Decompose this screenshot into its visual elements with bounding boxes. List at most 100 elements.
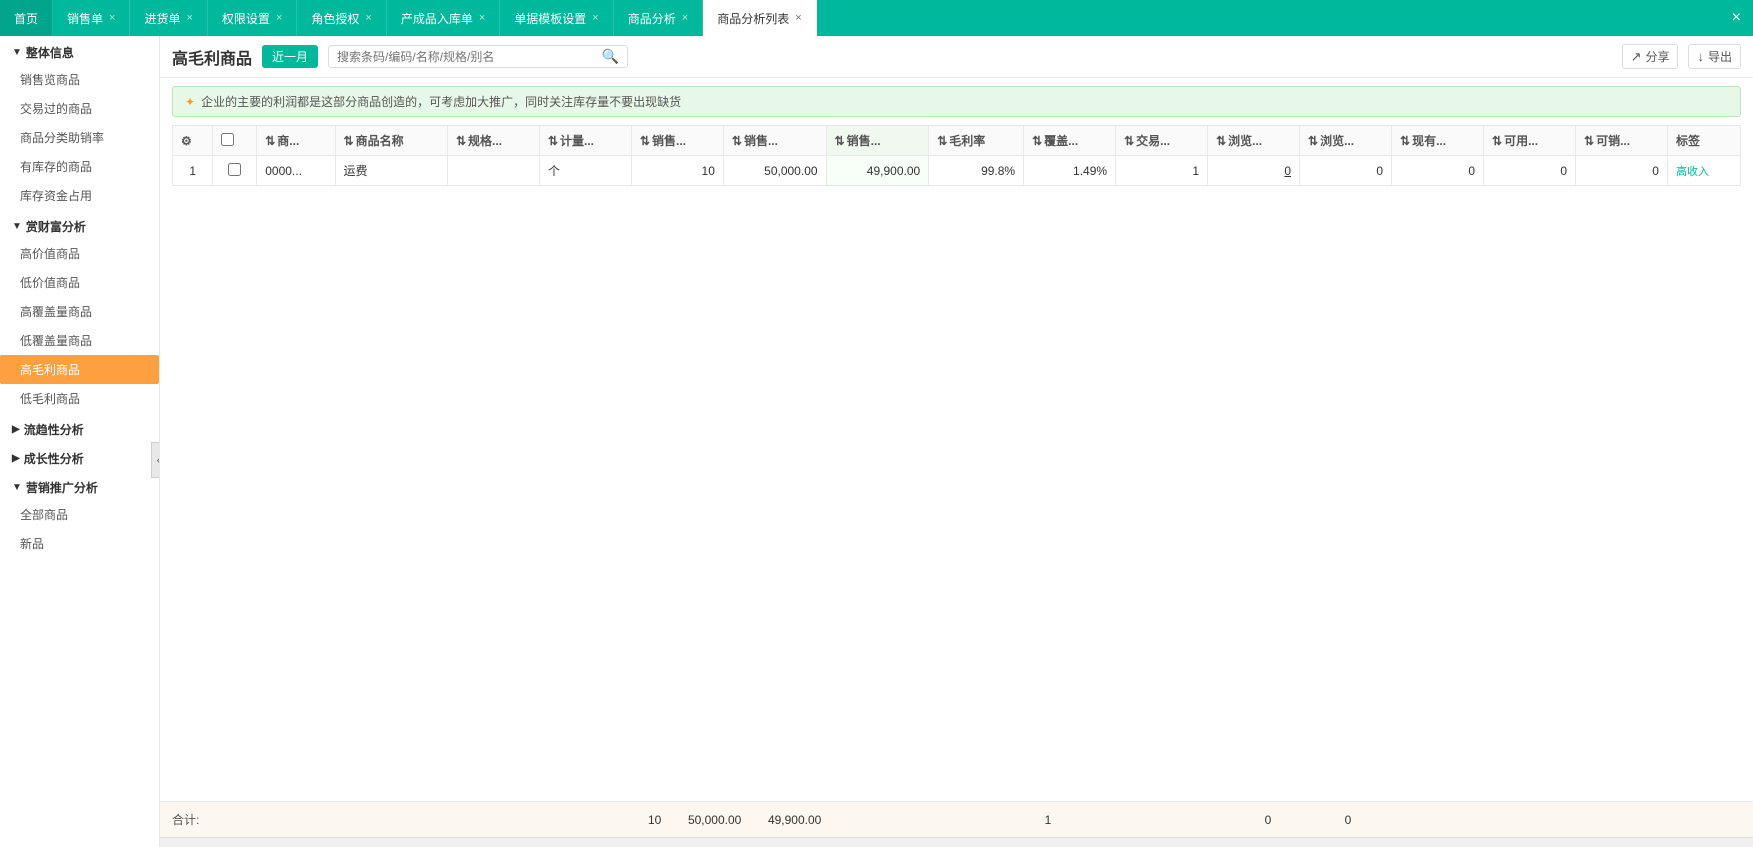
cell-available: 0: [1484, 156, 1576, 186]
col-sale-qty[interactable]: ⇅ 销售...: [631, 126, 723, 156]
footer-sale-qty: 10: [589, 813, 669, 827]
col-trade[interactable]: ⇅ 交易...: [1116, 126, 1208, 156]
sidebar-group-trend[interactable]: ▶ 流趋性分析: [0, 413, 159, 442]
nav-product-analysis[interactable]: 商品分析 ×: [614, 0, 703, 36]
col-gross-rate-sort: ⇅: [937, 134, 947, 148]
sidebar-collapse-btn[interactable]: «: [151, 442, 160, 478]
cell-gross-rate: 99.8%: [929, 156, 1024, 186]
sidebar-item-in-stock[interactable]: 有库存的商品: [0, 152, 159, 181]
footer-available: 0: [1279, 813, 1359, 827]
search-box: 🔍: [328, 45, 628, 68]
col-available[interactable]: ⇅ 可用...: [1484, 126, 1576, 156]
sidebar-group-overall[interactable]: ▼ 整体信息: [0, 36, 159, 65]
sidebar-item-all-goods[interactable]: 全部商品: [0, 500, 159, 529]
bottom-scrollbar[interactable]: [160, 837, 1753, 847]
col-name[interactable]: ⇅ 商品名称: [335, 126, 447, 156]
sidebar-item-low-coverage[interactable]: 低覆盖量商品: [0, 326, 159, 355]
info-icon: ✦: [185, 95, 195, 109]
table-row: 1 0000... 运费: [173, 156, 1741, 186]
cell-tag: 高收入: [1667, 156, 1740, 186]
sidebar-item-sales-goods[interactable]: 销售览商品: [0, 65, 159, 94]
nav-role[interactable]: 角色授权 ×: [297, 0, 386, 36]
nav-sales-order[interactable]: 销售单 ×: [53, 0, 130, 36]
close-purchase-order[interactable]: ×: [186, 12, 192, 24]
time-filter-button[interactable]: 近一月: [262, 45, 318, 68]
close-template-settings[interactable]: ×: [592, 12, 598, 24]
col-code[interactable]: ⇅ 商...: [257, 126, 335, 156]
arrow-marketing: ▼: [12, 482, 22, 493]
sidebar-item-traded-goods[interactable]: 交易过的商品: [0, 94, 159, 123]
page-title: 高毛利商品: [172, 45, 252, 69]
search-input[interactable]: [337, 50, 602, 64]
sidebar-item-inventory-capital[interactable]: 库存资金占用: [0, 181, 159, 210]
export-button[interactable]: ↓ 导出: [1688, 44, 1741, 69]
col-browse2[interactable]: ⇅ 浏览...: [1300, 126, 1392, 156]
nav-product-inbound[interactable]: 产成品入库单 ×: [387, 0, 500, 36]
cell-trade: 1: [1116, 156, 1208, 186]
close-sales-order[interactable]: ×: [109, 12, 115, 24]
sidebar-group-growth[interactable]: ▶ 成长性分析: [0, 442, 159, 471]
col-sale-profit[interactable]: ⇅ 销售...: [826, 126, 929, 156]
col-sale-profit-sort: ⇅: [835, 134, 845, 148]
cell-current: 0: [1392, 156, 1484, 186]
col-checkbox: [213, 126, 257, 156]
col-browse1-sort: ⇅: [1216, 134, 1226, 148]
sidebar-item-high-value[interactable]: 高价值商品: [0, 239, 159, 268]
close-product-inbound[interactable]: ×: [479, 12, 485, 24]
col-gross-rate[interactable]: ⇅ 毛利率: [929, 126, 1024, 156]
col-saleable-sort: ⇅: [1584, 134, 1594, 148]
nav-permission[interactable]: 权限设置 ×: [208, 0, 297, 36]
sidebar-item-category-rate[interactable]: 商品分类助销率: [0, 123, 159, 152]
nav-purchase-order[interactable]: 进货单 ×: [130, 0, 207, 36]
sidebar-item-low-margin[interactable]: 低毛利商品: [0, 384, 159, 413]
sidebar-item-high-coverage[interactable]: 高覆盖量商品: [0, 297, 159, 326]
row-checkbox[interactable]: [228, 163, 241, 176]
footer-spacer3: [1059, 813, 1129, 827]
close-all-tabs[interactable]: ×: [1720, 0, 1753, 36]
col-coverage[interactable]: ⇅ 覆盖...: [1024, 126, 1116, 156]
nav-product-analysis-list[interactable]: 商品分析列表 ×: [703, 0, 816, 36]
cell-sale-amount: 50,000.00: [723, 156, 826, 186]
close-product-analysis-list[interactable]: ×: [795, 12, 801, 24]
settings-icon[interactable]: ⚙: [181, 134, 192, 148]
footer-spacer2: [829, 813, 979, 827]
col-browse1[interactable]: ⇅ 浏览...: [1208, 126, 1300, 156]
cell-code: 0000...: [257, 156, 335, 186]
share-button[interactable]: ↗ 分享: [1622, 44, 1679, 69]
cell-checkbox[interactable]: [213, 156, 257, 186]
footer-sale-amount: 50,000.00: [669, 813, 749, 827]
col-current[interactable]: ⇅ 现有...: [1392, 126, 1484, 156]
sidebar-item-low-value[interactable]: 低价值商品: [0, 268, 159, 297]
col-sale-qty-sort: ⇅: [640, 134, 650, 148]
close-product-analysis[interactable]: ×: [682, 12, 688, 24]
col-name-sort: ⇅: [344, 134, 354, 148]
col-sale-amount[interactable]: ⇅ 销售...: [723, 126, 826, 156]
arrow-overall: ▼: [12, 47, 22, 58]
footer-spacer1: [219, 813, 589, 827]
col-trade-sort: ⇅: [1124, 134, 1134, 148]
col-current-sort: ⇅: [1400, 134, 1410, 148]
cell-browse2: 0: [1300, 156, 1392, 186]
sidebar-item-high-margin[interactable]: 高毛利商品: [0, 355, 159, 384]
sidebar-group-marketing[interactable]: ▼ 营销推广分析: [0, 471, 159, 500]
footer-trade: 1: [979, 813, 1059, 827]
sidebar-group-wealth[interactable]: ▼ 赏财富分析: [0, 210, 159, 239]
export-icon: ↓: [1697, 49, 1704, 64]
share-icon: ↗: [1631, 49, 1642, 65]
cell-browse1[interactable]: 0: [1208, 156, 1300, 186]
table-container[interactable]: ⚙ ⇅ 商...: [160, 125, 1753, 801]
col-spec[interactable]: ⇅ 规格...: [447, 126, 539, 156]
sidebar-item-new-goods[interactable]: 新品: [0, 529, 159, 558]
col-unit[interactable]: ⇅ 计量...: [539, 126, 631, 156]
select-all-checkbox[interactable]: [221, 133, 234, 146]
close-role[interactable]: ×: [365, 12, 371, 24]
col-code-sort: ⇅: [265, 134, 275, 148]
footer-total: 合计: 10 50,000.00 49,900.00 1 0 0: [160, 801, 1753, 837]
close-permission[interactable]: ×: [276, 12, 282, 24]
col-saleable[interactable]: ⇅ 可销...: [1576, 126, 1668, 156]
search-icon[interactable]: 🔍: [602, 48, 619, 65]
arrow-growth: ▶: [12, 453, 20, 464]
arrow-trend: ▶: [12, 424, 20, 435]
nav-home[interactable]: 首页: [0, 0, 53, 36]
nav-template-settings[interactable]: 单据模板设置 ×: [500, 0, 613, 36]
